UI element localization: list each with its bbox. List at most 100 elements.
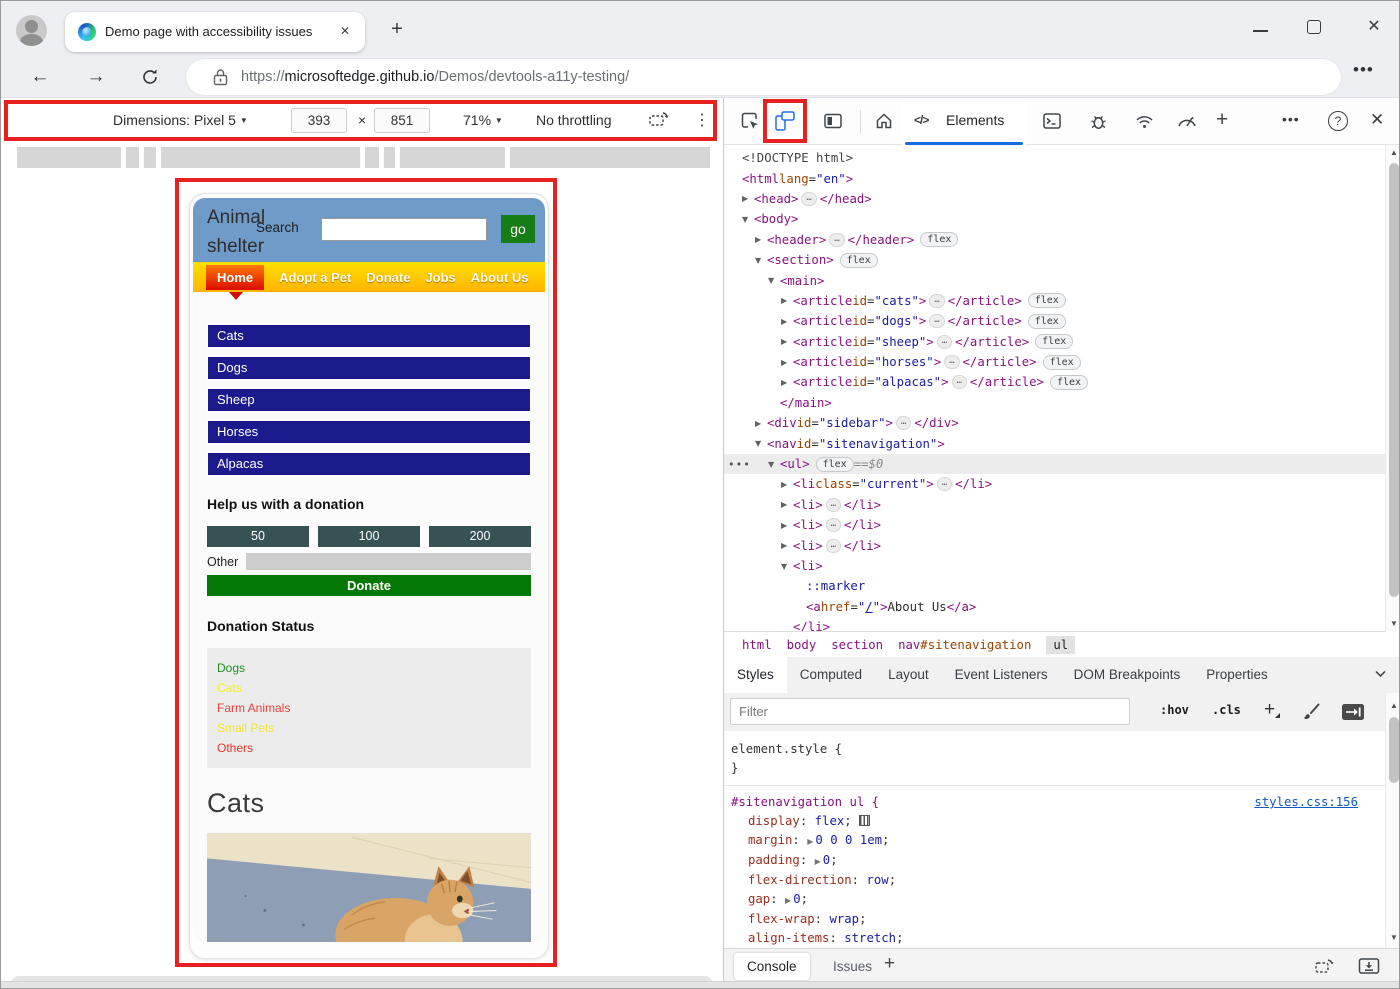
media-bar-segment[interactable] [365, 147, 379, 168]
expander-icon[interactable]: ▶ [781, 317, 793, 326]
css-property-row[interactable]: flex-wrap: wrap; [724, 910, 1386, 929]
collapsed-ellipsis-icon[interactable]: … [944, 355, 959, 369]
media-bar-segment[interactable] [161, 147, 360, 168]
media-bar-segment[interactable] [144, 147, 156, 168]
tab-styles[interactable]: Styles [724, 657, 787, 693]
profile-avatar-icon[interactable] [16, 15, 47, 46]
tab-computed[interactable]: Computed [787, 657, 875, 693]
performance-gauge-icon[interactable] [1176, 111, 1198, 133]
category-link[interactable]: Horses [207, 420, 531, 444]
drawer-add-tab-button[interactable]: + [884, 953, 895, 975]
media-bar-segment[interactable] [384, 147, 395, 168]
value-expander-icon[interactable]: ▶ [807, 837, 813, 846]
drawer-tab-issues[interactable]: Issues [820, 953, 885, 980]
nav-item-about-us[interactable]: About Us [471, 270, 529, 285]
expander-icon[interactable]: ▶ [781, 296, 793, 305]
inspect-element-icon[interactable] [740, 111, 762, 133]
flex-badge[interactable]: flex [1050, 375, 1088, 390]
tree-row[interactable]: ▶<header>…</header>flex [724, 230, 1386, 250]
category-link[interactable]: Cats [207, 324, 531, 348]
tab-event-listeners[interactable]: Event Listeners [942, 657, 1061, 693]
tree-row[interactable]: •••▼<ul>flex == $0 [724, 454, 1386, 474]
element-style-rule[interactable]: element.style { [724, 740, 1386, 759]
dom-tree-scrollbar[interactable]: ▲ ▼ [1385, 145, 1400, 631]
breadcrumb-item-body[interactable]: body [787, 638, 817, 652]
tab-layout[interactable]: Layout [875, 657, 942, 693]
flex-editor-icon[interactable] [859, 815, 870, 826]
viewport-width-input[interactable] [291, 108, 347, 133]
rotate-device-icon[interactable] [648, 110, 670, 135]
tab-properties[interactable]: Properties [1193, 657, 1281, 693]
device-dimensions-select[interactable]: Dimensions: Pixel 5 ▼ [113, 104, 248, 137]
debugger-bug-icon[interactable] [1088, 111, 1110, 133]
expander-icon[interactable]: ▶ [781, 541, 793, 550]
css-property-row[interactable]: align-items: stretch; [724, 929, 1386, 948]
breadcrumb-item-html[interactable]: html [742, 638, 772, 652]
drawer-activity-icon[interactable] [1314, 957, 1336, 982]
amount-button[interactable]: 100 [318, 526, 420, 547]
more-tools-plus-icon[interactable]: + [1216, 108, 1228, 132]
expander-icon[interactable]: ▼ [755, 256, 767, 265]
amount-button[interactable]: 200 [429, 526, 531, 547]
expander-icon[interactable]: ▼ [742, 215, 754, 224]
breadcrumb-item-section[interactable]: section [831, 638, 883, 652]
forward-button[interactable]: → [81, 63, 111, 91]
tree-row[interactable]: ▶<li>…</li> [724, 515, 1386, 535]
row-options-icon[interactable]: ••• [728, 458, 751, 471]
back-button[interactable]: ← [25, 63, 55, 91]
panel-arrow-icon[interactable] [1342, 704, 1364, 725]
expander-icon[interactable]: ▼ [781, 562, 793, 571]
expander-icon[interactable]: ▶ [781, 337, 793, 346]
window-close-button[interactable]: ✕ [1361, 14, 1387, 40]
refresh-button[interactable] [135, 63, 165, 91]
styles-scrollbar[interactable]: ▲ ▼ [1385, 693, 1400, 948]
media-bar-segment[interactable] [17, 147, 121, 168]
throttling-select[interactable]: No throttling [536, 104, 611, 137]
media-bar-segment[interactable] [400, 147, 505, 168]
expander-icon[interactable]: ▶ [781, 500, 793, 509]
new-tab-button[interactable]: + [383, 15, 411, 43]
tree-row[interactable]: ▶<article id="sheep">…</article>flex [724, 332, 1386, 352]
collapsed-ellipsis-icon[interactable]: … [826, 498, 841, 512]
zoom-select[interactable]: 71% ▼ [463, 104, 503, 137]
viewport-height-input[interactable] [374, 108, 430, 133]
tree-row[interactable]: ▼<nav id="sitenavigation"> [724, 433, 1386, 453]
collapsed-ellipsis-icon[interactable]: … [937, 335, 952, 349]
donate-button[interactable]: Donate [207, 575, 531, 596]
styles-filter-input[interactable] [730, 698, 1130, 725]
category-link[interactable]: Dogs [207, 356, 531, 380]
devtools-close-icon[interactable]: ✕ [1370, 110, 1384, 130]
expander-icon[interactable]: ▶ [742, 194, 754, 203]
expander-icon[interactable]: ▼ [755, 439, 767, 448]
console-panel-icon[interactable] [1042, 111, 1064, 133]
tree-row[interactable]: </main> [724, 393, 1386, 413]
collapsed-ellipsis-icon[interactable]: … [952, 375, 967, 389]
dock-side-icon[interactable] [823, 111, 845, 133]
tab-close-icon[interactable]: ✕ [335, 21, 355, 41]
tree-row[interactable]: </li> [724, 617, 1386, 631]
tree-row[interactable]: <a href="/">About Us</a> [724, 597, 1386, 617]
browser-menu-button[interactable]: ••• [1353, 60, 1374, 80]
drawer-tab-console[interactable]: Console [734, 953, 810, 980]
scrollbar-thumb[interactable] [1389, 717, 1399, 783]
hover-state-toggle[interactable]: :hov [1160, 703, 1189, 717]
tree-row[interactable]: ▶<article id="horses">…</article>flex [724, 352, 1386, 372]
value-expander-icon[interactable]: ▶ [785, 896, 791, 905]
flex-badge[interactable]: flex [920, 232, 958, 247]
css-selector[interactable]: #sitenavigation ul { [731, 795, 879, 809]
flex-badge[interactable]: flex [840, 253, 878, 268]
url-bar[interactable]: https://microsoftedge.github.io/Demos/de… [186, 59, 1341, 95]
media-query-bar[interactable] [17, 147, 710, 168]
css-property-row[interactable]: flex-direction: row; [724, 871, 1386, 890]
expander-icon[interactable]: ▶ [781, 358, 793, 367]
collapsed-ellipsis-icon[interactable]: … [929, 294, 944, 308]
value-expander-icon[interactable]: ▶ [815, 857, 821, 866]
collapsed-ellipsis-icon[interactable]: … [801, 192, 816, 206]
network-wifi-icon[interactable] [1134, 111, 1156, 133]
tree-row[interactable]: ▼<li> [724, 556, 1386, 576]
flex-badge[interactable]: flex [1043, 355, 1081, 370]
tree-row[interactable]: ▶<article id="dogs">…</article>flex [724, 311, 1386, 331]
tree-row[interactable]: ▶<article id="cats">…</article>flex [724, 291, 1386, 311]
flex-badge[interactable]: flex [1028, 293, 1066, 308]
category-link[interactable]: Alpacas [207, 452, 531, 476]
